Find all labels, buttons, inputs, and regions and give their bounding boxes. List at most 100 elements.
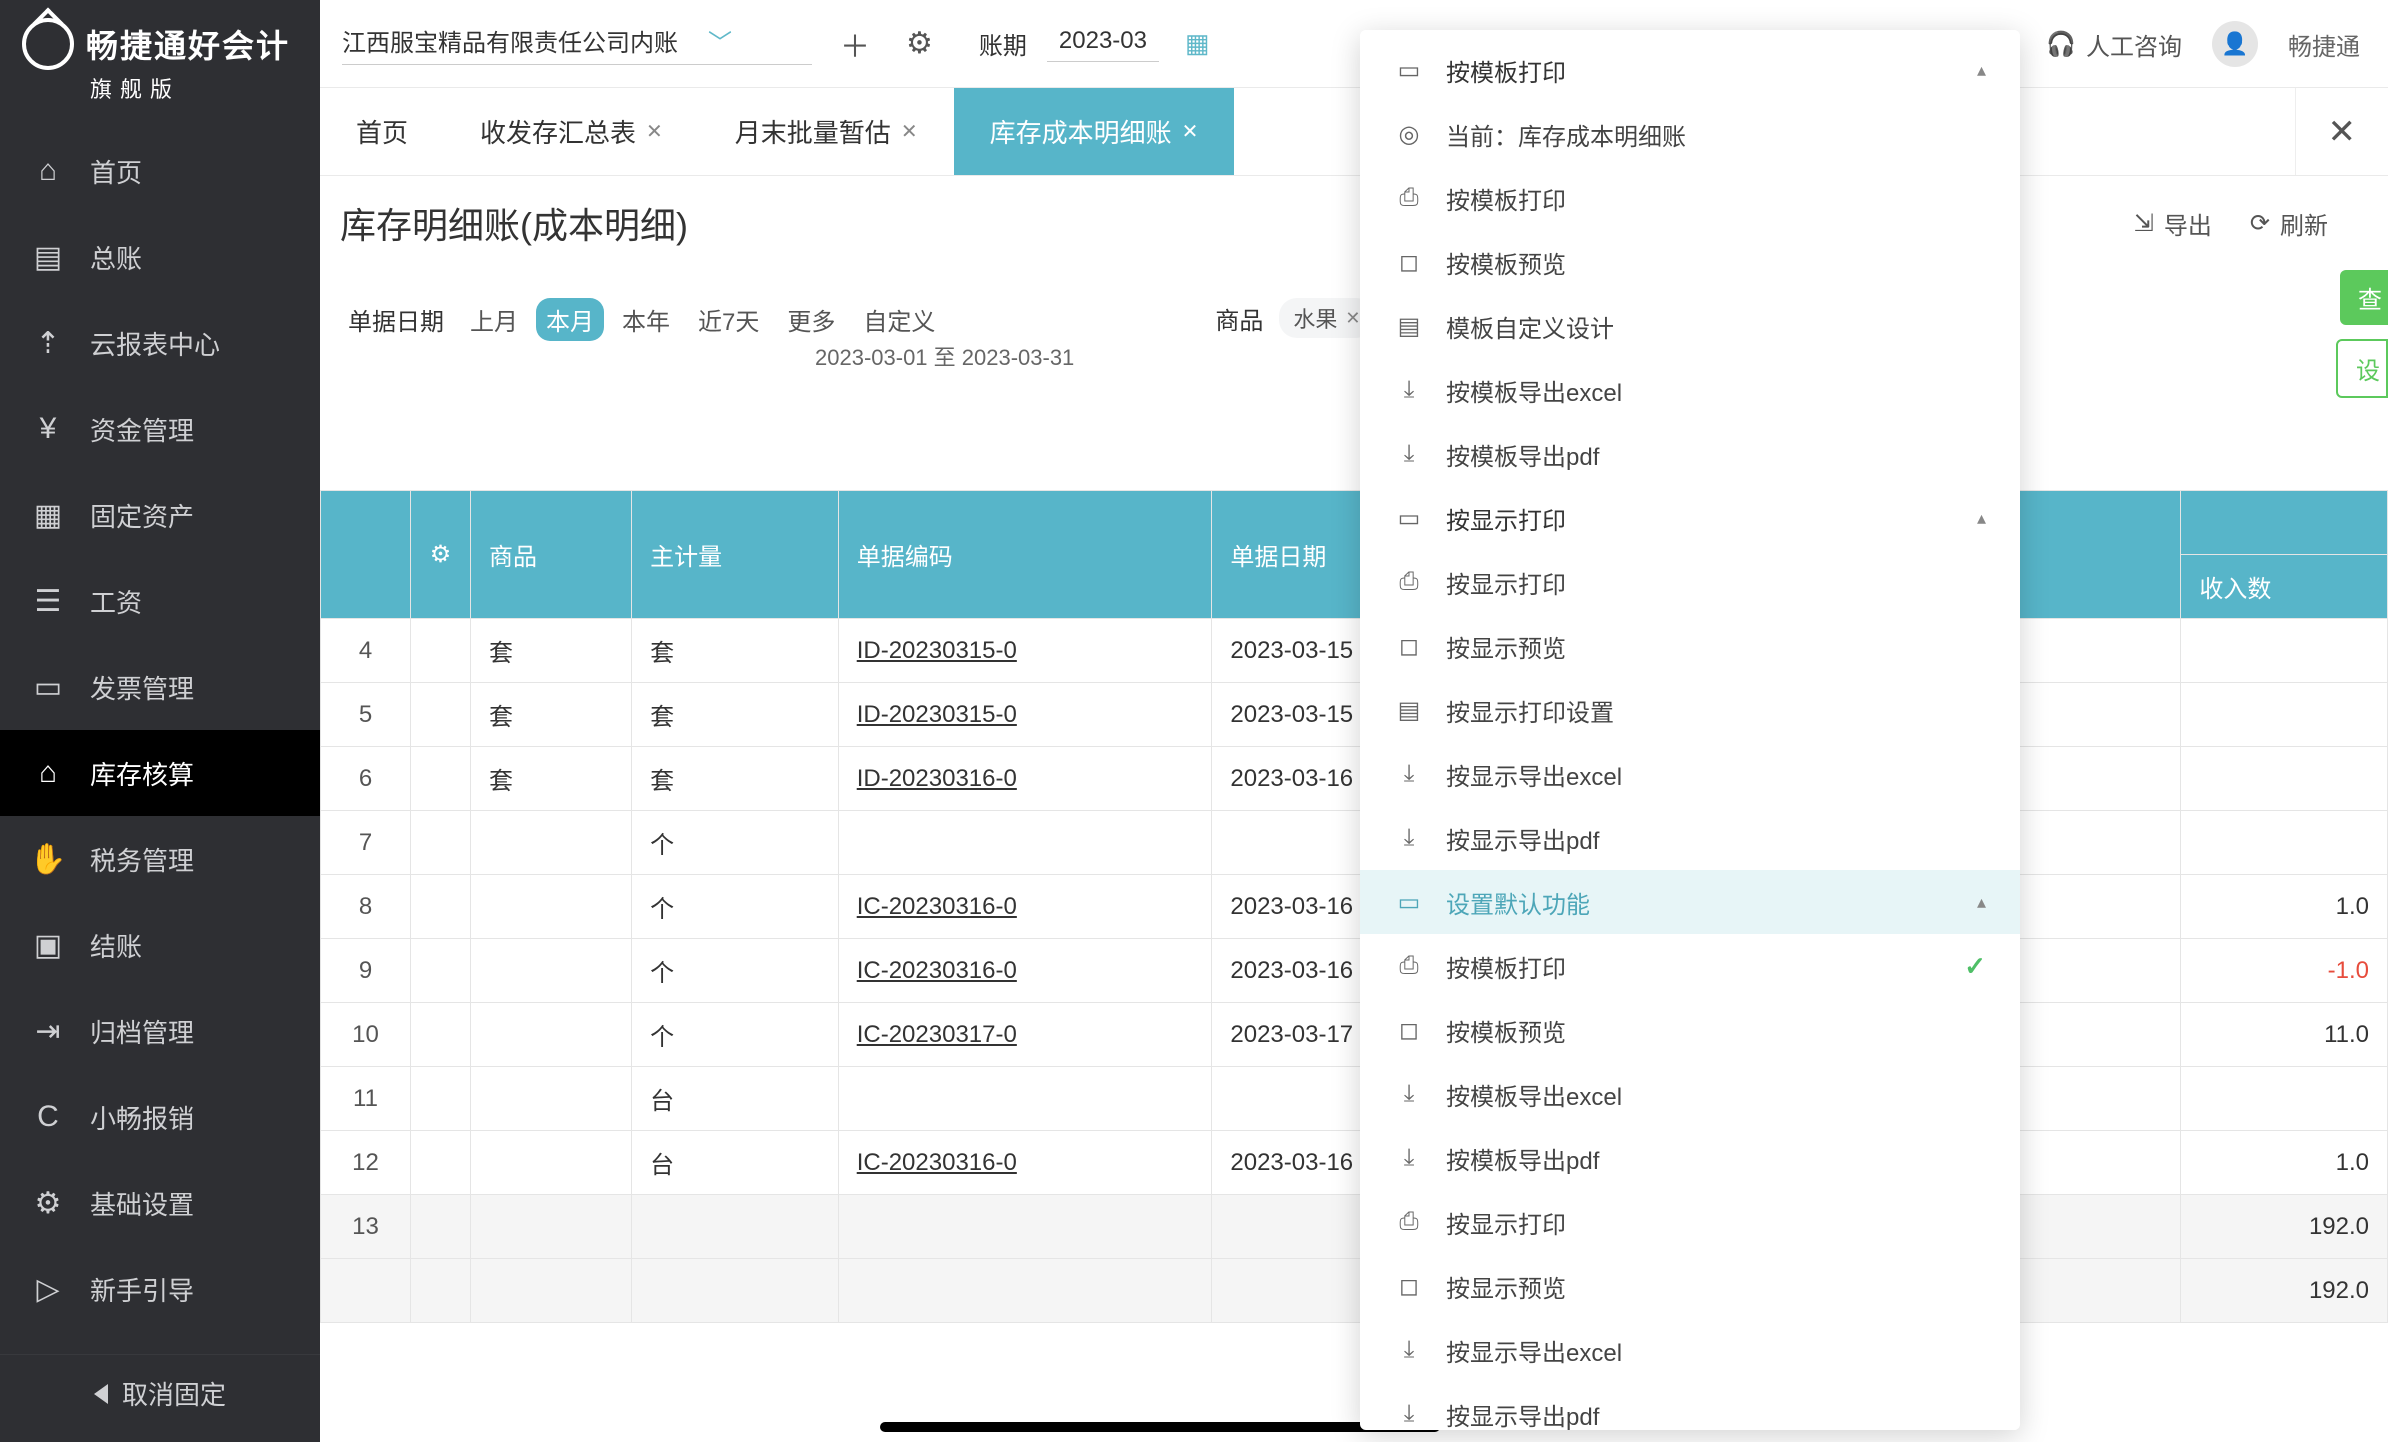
sidebar-item-1[interactable]: ▤总账	[0, 214, 320, 300]
sidebar-item-7[interactable]: ⌂库存核算	[0, 730, 320, 816]
close-tab-button[interactable]: ✕	[2295, 88, 2388, 175]
date-opt-5[interactable]: 自定义	[853, 298, 945, 341]
col-unit[interactable]: 主计量	[632, 491, 839, 619]
tab-3[interactable]: 库存成本明细账✕	[954, 88, 1235, 175]
doc-link[interactable]: ID-20230315-0	[857, 637, 1017, 664]
sidebar-item-11[interactable]: C小畅报销	[0, 1074, 320, 1160]
item-label: 按模板导出excel	[1446, 1077, 1622, 1112]
sidebar-item-9[interactable]: ▣结账	[0, 902, 320, 988]
sidebar-item-12[interactable]: ⚙基础设置	[0, 1160, 320, 1246]
settings-button[interactable]: ⚙	[898, 26, 941, 61]
cell-doc[interactable]: IC-20230316-0	[838, 939, 1212, 1003]
doc-link[interactable]: ID-20230316-0	[857, 765, 1017, 792]
table-row[interactable]: 8个IC-20230316-02023-03-162023-03-1佳有限责任公…	[321, 875, 2388, 939]
cell-doc[interactable]: ID-20230316-0	[838, 747, 1212, 811]
sidebar-item-0[interactable]: ⌂首页	[0, 128, 320, 214]
query-button[interactable]: 查	[2340, 270, 2388, 325]
home-indicator	[880, 1422, 1440, 1432]
dd-item-2-5[interactable]: ◻按显示预览	[1360, 1254, 2020, 1318]
sidebar-item-4[interactable]: ▦固定资产	[0, 472, 320, 558]
table-row[interactable]: 4套套ID-20230315-02023-03-152023-03-1	[321, 619, 2388, 683]
cell-doc[interactable]: IC-20230316-0	[838, 875, 1212, 939]
dd-item-2-0[interactable]: ⎙按模板打印✓	[1360, 934, 2020, 998]
doc-link[interactable]: IC-20230316-0	[857, 1149, 1017, 1176]
dd-group-1[interactable]: ▭按显示打印▴	[1360, 486, 2020, 550]
sidebar-item-3[interactable]: ¥资金管理	[0, 386, 320, 472]
tab-2[interactable]: 月末批量暂估✕	[699, 88, 954, 175]
date-opt-0[interactable]: 上月	[460, 298, 528, 341]
col-goods[interactable]: 商品	[471, 491, 632, 619]
cell-doc[interactable]: ID-20230315-0	[838, 683, 1212, 747]
item-label: 按模板预览	[1446, 1013, 1566, 1048]
cell-doc[interactable]	[838, 1067, 1212, 1131]
doc-link[interactable]: IC-20230316-0	[857, 893, 1017, 920]
cell-doc[interactable]: IC-20230316-0	[838, 1131, 1212, 1195]
col-in-qty[interactable]: 收入数	[2181, 555, 2388, 619]
table-row[interactable]: 12台IC-20230316-02023-03-162023-03-11.0	[321, 1131, 2388, 1195]
sidebar-item-14[interactable]: V畅会员	[0, 1332, 320, 1354]
consult-link[interactable]: 🎧 人工咨询	[2046, 27, 2182, 62]
close-icon[interactable]: ✕	[1182, 119, 1199, 144]
sidebar-item-13[interactable]: ▷新手引导	[0, 1246, 320, 1332]
table-row[interactable]: 10个IC-20230317-02023-03-172023-03-111.0	[321, 1003, 2388, 1067]
col-doc[interactable]: 单据编码	[838, 491, 1212, 619]
dd-item-0-2[interactable]: ◻按模板预览	[1360, 230, 2020, 294]
row-num: 7	[321, 811, 411, 875]
doc-link[interactable]: ID-20230315-0	[857, 701, 1017, 728]
dd-item-0-5[interactable]: ⤓按模板导出pdf	[1360, 422, 2020, 486]
close-icon[interactable]: ✕	[646, 119, 663, 144]
dd-item-2-6[interactable]: ⤓按显示导出excel	[1360, 1318, 2020, 1382]
col-gear[interactable]: ⚙	[411, 491, 471, 619]
dd-item-0-4[interactable]: ⤓按模板导出excel	[1360, 358, 2020, 422]
sidebar-item-2[interactable]: ⇡云报表中心	[0, 300, 320, 386]
cell-doc[interactable]: IC-20230317-0	[838, 1003, 1212, 1067]
dd-item-1-1[interactable]: ◻按显示预览	[1360, 614, 2020, 678]
sidebar-item-6[interactable]: ▭发票管理	[0, 644, 320, 730]
cell-doc[interactable]: ID-20230315-0	[838, 619, 1212, 683]
table-row[interactable]: 9个IC-20230316-02023-03-162023-03-1佳有限责任公…	[321, 939, 2388, 1003]
table-row[interactable]: 7个2022-09-2	[321, 811, 2388, 875]
dd-item-2-7[interactable]: ⤓按显示导出pdf	[1360, 1382, 2020, 1430]
cell-doc[interactable]	[838, 811, 1212, 875]
add-button[interactable]: ＋	[832, 22, 878, 66]
dd-group-2[interactable]: ▭设置默认功能▴	[1360, 870, 2020, 934]
sidebar-item-5[interactable]: ☰工资	[0, 558, 320, 644]
title-actions: ⇲导出 ⟳刷新	[2134, 206, 2368, 241]
date-opt-3[interactable]: 近7天	[688, 298, 769, 341]
period-value[interactable]: 2023-03	[1047, 25, 1159, 62]
date-opt-4[interactable]: 更多	[777, 298, 845, 341]
dd-item-1-0[interactable]: ⎙按显示打印	[1360, 550, 2020, 614]
table-row[interactable]: 11台2021-09-0	[321, 1067, 2388, 1131]
dd-item-0-3[interactable]: ▤模板自定义设计	[1360, 294, 2020, 358]
company-selector[interactable]: 江西服宝精品有限责任公司内账 ﹀	[342, 23, 812, 65]
calendar-icon[interactable]: ▦	[1185, 28, 1210, 59]
table-row[interactable]: 6套套ID-20230316-02023-03-162023-03-1	[321, 747, 2388, 811]
tab-1[interactable]: 收发存汇总表✕	[444, 88, 699, 175]
doc-link[interactable]: IC-20230316-0	[857, 957, 1017, 984]
dd-item-1-3[interactable]: ⤓按显示导出excel	[1360, 742, 2020, 806]
avatar[interactable]: 👤	[2212, 21, 2258, 67]
dd-item-1-4[interactable]: ⤓按显示导出pdf	[1360, 806, 2020, 870]
dd-item-0-0[interactable]: ◎当前：库存成本明细账	[1360, 102, 2020, 166]
doc-link[interactable]: IC-20230317-0	[857, 1021, 1017, 1048]
dd-item-2-1[interactable]: ◻按模板预览	[1360, 998, 2020, 1062]
sidebar-item-10[interactable]: ⇥归档管理	[0, 988, 320, 1074]
chip-remove-icon[interactable]: ✕	[1345, 308, 1360, 329]
refresh-button[interactable]: ⟳刷新	[2250, 206, 2328, 241]
settings-side-button[interactable]: 设	[2336, 339, 2388, 398]
dd-item-2-3[interactable]: ⤓按模板导出pdf	[1360, 1126, 2020, 1190]
date-opt-2[interactable]: 本年	[612, 298, 680, 341]
tab-0[interactable]: 首页	[320, 88, 444, 175]
close-icon[interactable]: ✕	[901, 119, 918, 144]
dd-item-2-2[interactable]: ⤓按模板导出excel	[1360, 1062, 2020, 1126]
dd-item-0-1[interactable]: ⎙按模板打印	[1360, 166, 2020, 230]
cell-qty	[2181, 811, 2388, 875]
sidebar-item-8[interactable]: ✋税务管理	[0, 816, 320, 902]
sidebar-unpin[interactable]: 取消固定	[0, 1354, 320, 1442]
dd-item-2-4[interactable]: ⎙按显示打印	[1360, 1190, 2020, 1254]
export-button[interactable]: ⇲导出	[2134, 206, 2212, 241]
table-row[interactable]: 5套套ID-20230315-02023-03-152023-03-1	[321, 683, 2388, 747]
dd-item-1-2[interactable]: ▤按显示打印设置	[1360, 678, 2020, 742]
dd-group-0[interactable]: ▭按模板打印▴	[1360, 38, 2020, 102]
date-opt-1[interactable]: 本月	[536, 298, 604, 341]
